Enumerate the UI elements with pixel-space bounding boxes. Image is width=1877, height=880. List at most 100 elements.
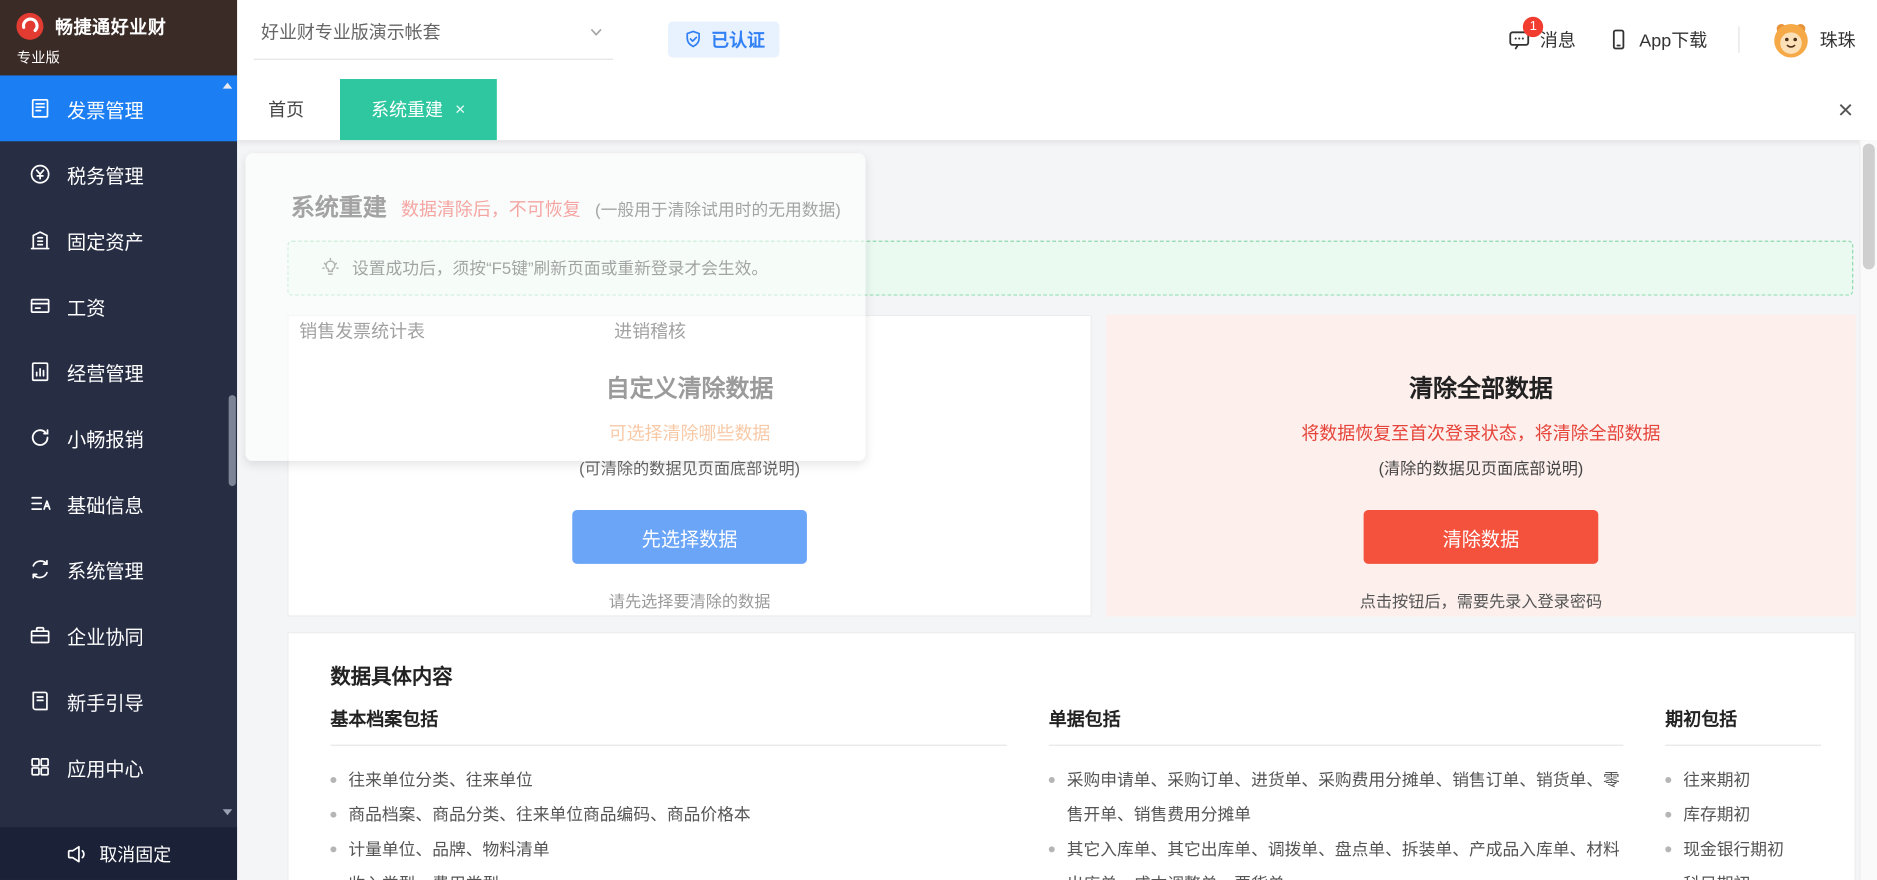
details-columns: 基本档案包括 往来单位分类、往来单位 商品档案、商品分类、往来单位商品编码、商品…: [330, 706, 1854, 880]
select-data-button[interactable]: 先选择数据: [572, 510, 807, 564]
column-heading: 基本档案包括: [330, 706, 1007, 746]
clear-all-title: 清除全部数据: [1409, 375, 1553, 403]
sidebar-item-app-center[interactable]: 应用中心: [0, 734, 237, 800]
sidebar-item-label: 发票管理: [67, 101, 144, 122]
sidebar-item-base-info[interactable]: 基础信息: [0, 470, 237, 536]
sidebar-item-system[interactable]: 系统管理: [0, 536, 237, 602]
messages-label: 消息: [1539, 30, 1576, 51]
account-set-value: 好业财专业版演示帐套: [260, 22, 441, 44]
sidebar-scroll-up-icon[interactable]: [222, 82, 233, 89]
bullet-icon: [330, 811, 337, 818]
account-set-select[interactable]: 好业财专业版演示帐套: [253, 19, 613, 60]
sidebar-scroll-down-icon[interactable]: [222, 809, 233, 816]
messages-button[interactable]: 1 消息: [1508, 16, 1576, 52]
sidebar-item-label: 新手引导: [67, 693, 144, 715]
details-column-archives: 基本档案包括 往来单位分类、往来单位 商品档案、商品分类、往来单位商品编码、商品…: [330, 706, 1007, 880]
asset-icon: [29, 229, 52, 252]
page-scrollbar[interactable]: [1859, 140, 1877, 880]
app-center-icon: [29, 755, 52, 778]
tip-banner: 设置成功后，须按“F5键”刷新页面或重新登录才会生效。: [287, 240, 1854, 296]
bullet-icon: [1665, 811, 1672, 818]
clear-data-button[interactable]: 清除数据: [1363, 510, 1599, 564]
details-column-documents: 单据包括 采购申请单、采购订单、进货单、采购费用分摊单、销售订单、销货单、零售开…: [1048, 706, 1624, 880]
sidebar-item-guide[interactable]: 新手引导: [0, 668, 237, 734]
brand-name: 畅捷通好业财: [55, 17, 167, 38]
bullet-icon: [1665, 846, 1672, 853]
brand: 畅捷通好业财 专业版: [0, 0, 238, 76]
user-menu[interactable]: 珠珠: [1771, 19, 1856, 60]
bullet-icon: [330, 846, 337, 853]
business-icon: [29, 360, 52, 383]
close-tab-area-icon[interactable]: ×: [1838, 79, 1853, 140]
main-content: 系统重建 数据清除后，不可恢复 (一般用于清除试用时的无用数据) 设置成功后，须…: [237, 140, 1877, 880]
sidebar: 畅捷通好业财 专业版 发票管理 税务管理 固定资产 工资 经营管理 小畅报销 基…: [0, 0, 238, 880]
lightbulb-icon: [320, 257, 342, 279]
base-info-icon: [29, 492, 52, 515]
unpin-label: 取消固定: [99, 844, 172, 865]
app-download-label: App下载: [1639, 30, 1708, 51]
custom-clear-hint: 请先选择要清除的数据: [608, 592, 771, 611]
sidebar-item-salary[interactable]: 工资: [0, 273, 237, 339]
verified-badge: 已认证: [668, 21, 780, 58]
unpin-button[interactable]: 取消固定: [0, 827, 238, 880]
details-column-opening: 期初包括 往来期初 库存期初 现金银行期初 科目期初: [1665, 706, 1821, 880]
sidebar-item-label: 固定资产: [67, 232, 144, 254]
phone-icon: [1607, 28, 1631, 52]
tab-label: 系统重建: [371, 100, 444, 121]
custom-clear-subtitle: 可选择清除哪些数据: [608, 423, 771, 445]
user-name: 珠珠: [1819, 30, 1856, 51]
sidebar-item-label: 小畅报销: [67, 430, 144, 451]
brand-edition: 专业版: [16, 49, 60, 66]
tab-home[interactable]: 首页: [237, 79, 335, 140]
bullet-icon: [1048, 776, 1055, 783]
sidebar-item-label: 企业协同: [67, 627, 144, 649]
sidebar-scrollbar-thumb[interactable]: [228, 395, 236, 487]
sidebar-item-label: 系统管理: [67, 562, 144, 583]
tab-close-icon[interactable]: ×: [455, 99, 465, 119]
list-item: 往来期初: [1665, 763, 1821, 798]
tab-system-rebuild[interactable]: 系统重建 ×: [340, 79, 497, 141]
list-item: 往来单位分类、往来单位: [330, 763, 1006, 798]
details-title: 数据具体内容: [330, 665, 453, 689]
salary-icon: [29, 295, 52, 318]
sidebar-item-fixed-assets[interactable]: 固定资产: [0, 207, 237, 273]
sidebar-item-label: 税务管理: [67, 167, 144, 188]
list-item: 采购申请单、采购订单、进货单、采购费用分摊单、销售订单、销货单、零售开单、销售费…: [1048, 763, 1624, 832]
sidebar-item-label: 工资: [67, 298, 106, 320]
app-root: 畅捷通好业财 专业版 发票管理 税务管理 固定资产 工资 经营管理 小畅报销 基…: [0, 0, 1877, 880]
custom-clear-title: 自定义清除数据: [605, 375, 774, 403]
page-scrollbar-thumb[interactable]: [1862, 143, 1875, 270]
column-heading: 期初包括: [1665, 706, 1821, 746]
sidebar-item-collaboration[interactable]: 企业协同: [0, 602, 237, 668]
column-heading: 单据包括: [1048, 706, 1624, 746]
sidebar-item-tax[interactable]: 税务管理: [0, 141, 237, 207]
custom-clear-card: 自定义清除数据 可选择清除哪些数据 (可清除的数据见页面底部说明) 先选择数据 …: [287, 314, 1092, 617]
verified-label: 已认证: [711, 30, 766, 51]
invoice-icon: [29, 97, 52, 120]
list-item: 其它入库单、其它出库单、调拨单、盘点单、拆装单、产成品入库单、材料出库单、成本调…: [1048, 832, 1624, 880]
guide-icon: [29, 690, 52, 713]
clear-all-subtitle: 将数据恢复至首次登录状态，将清除全部数据: [1301, 423, 1661, 445]
topbar-divider: [1738, 26, 1740, 53]
sidebar-item-reimburse[interactable]: 小畅报销: [0, 405, 237, 471]
chevron-down-icon: [587, 22, 606, 41]
sidebar-item-label: 基础信息: [67, 496, 144, 517]
custom-clear-note: (可清除的数据见页面底部说明): [579, 459, 801, 478]
app-download-button[interactable]: App下载: [1607, 27, 1707, 52]
tax-icon: [29, 163, 52, 186]
messages-badge: 1: [1523, 16, 1544, 37]
tabbar: 首页 系统重建 × ×: [237, 79, 1877, 141]
warning-note: (一般用于清除试用时的无用数据): [595, 199, 841, 220]
topbar: 好业财专业版演示帐套 已认证 1 消息 App下载 珠珠: [237, 0, 1877, 80]
sidebar-item-invoice[interactable]: 发票管理: [0, 75, 238, 142]
list-item: 库存期初: [1665, 797, 1821, 832]
reimburse-icon: [29, 426, 52, 449]
details-card: 数据具体内容 基本档案包括 往来单位分类、往来单位 商品档案、商品分类、往来单位…: [287, 632, 1856, 880]
user-avatar: [1771, 19, 1812, 60]
sidebar-item-label: 应用中心: [67, 759, 144, 780]
page-title: 系统重建: [290, 195, 387, 222]
list-item: 科目期初: [1665, 867, 1821, 880]
collaboration-icon: [29, 624, 52, 647]
brand-logo-icon: [14, 11, 45, 42]
sidebar-item-business[interactable]: 经营管理: [0, 339, 237, 405]
